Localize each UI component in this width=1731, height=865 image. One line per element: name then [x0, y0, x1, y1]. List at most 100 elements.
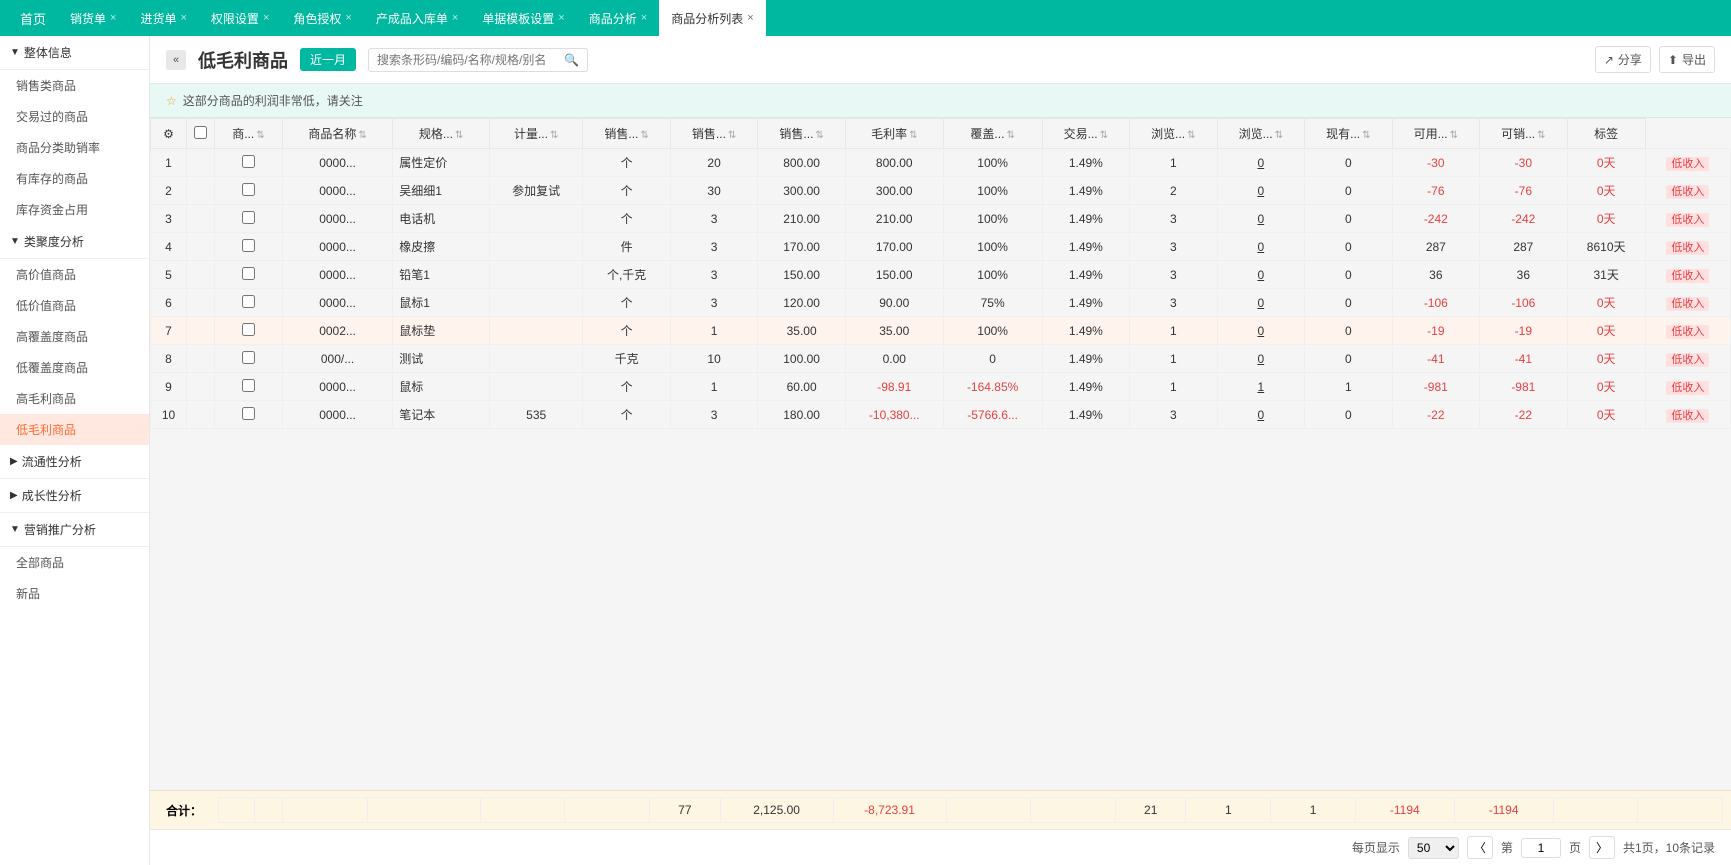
row-views1[interactable]: 0	[1217, 345, 1305, 373]
col-views1[interactable]: 浏览...⇅	[1130, 119, 1218, 149]
row-checkbox[interactable]	[215, 289, 283, 317]
nav-sales[interactable]: 销货单 ×	[58, 0, 128, 36]
prev-page-button[interactable]: 〈	[1467, 836, 1493, 859]
col-settings[interactable]: ⚙	[151, 119, 187, 149]
col-available[interactable]: 可用...⇅	[1392, 119, 1480, 149]
col-name[interactable]: 商品名称⇅	[282, 119, 392, 149]
sidebar-item-sales-goods[interactable]: 销售类商品	[0, 70, 149, 101]
row-select-checkbox[interactable]	[242, 267, 255, 280]
col-spec[interactable]: 规格...⇅	[393, 119, 490, 149]
close-sales-icon[interactable]: ×	[110, 12, 116, 24]
nav-purchase[interactable]: 进货单 ×	[128, 0, 198, 36]
sidebar-item-high-margin[interactable]: 高毛利商品	[0, 383, 149, 414]
sidebar-item-high-coverage[interactable]: 高覆盖度商品	[0, 321, 149, 352]
col-checkbox[interactable]	[187, 119, 215, 149]
close-permission-icon[interactable]: ×	[263, 12, 269, 24]
row-views1[interactable]: 1	[1217, 373, 1305, 401]
row-margin: 75%	[943, 289, 1042, 317]
row-checkbox[interactable]	[215, 317, 283, 345]
nav-analysis[interactable]: 商品分析 ×	[577, 0, 659, 36]
filter-button[interactable]: 近一月	[300, 48, 356, 71]
close-product-entry-icon[interactable]: ×	[452, 12, 458, 24]
row-checkbox[interactable]	[215, 401, 283, 429]
row-select-checkbox[interactable]	[242, 323, 255, 336]
row-select-checkbox[interactable]	[242, 239, 255, 252]
col-amount[interactable]: 销售...⇅	[670, 119, 758, 149]
search-input[interactable]	[377, 53, 560, 67]
row-select-checkbox[interactable]	[242, 211, 255, 224]
nav-role[interactable]: 角色授权 ×	[281, 0, 363, 36]
row-select-checkbox[interactable]	[242, 295, 255, 308]
row-views1[interactable]: 0	[1217, 149, 1305, 177]
row-available: -22	[1480, 401, 1568, 429]
col-tag[interactable]: 标签	[1567, 119, 1645, 149]
sidebar-item-new-goods[interactable]: 新品	[0, 578, 149, 609]
close-template-icon[interactable]: ×	[558, 12, 564, 24]
row-views1[interactable]: 0	[1217, 205, 1305, 233]
close-analysis-list-icon[interactable]: ×	[747, 12, 753, 24]
sidebar-item-high-value[interactable]: 高价值商品	[0, 259, 149, 290]
row-checkbox[interactable]	[215, 149, 283, 177]
col-margin[interactable]: 毛利率⇅	[845, 119, 943, 149]
next-page-button[interactable]: 〉	[1589, 836, 1615, 859]
sidebar-item-low-margin[interactable]: 低毛利商品	[0, 414, 149, 445]
close-role-icon[interactable]: ×	[345, 12, 351, 24]
share-button[interactable]: ↗ 分享	[1595, 46, 1651, 73]
col-qty[interactable]: 销售...⇅	[583, 119, 671, 149]
sidebar-group-growth[interactable]: ▶ 成长性分析	[0, 479, 149, 513]
alert-text: 这部分商品的利润非常低，请关注	[183, 92, 363, 109]
row-select-checkbox[interactable]	[242, 379, 255, 392]
col-profit[interactable]: 销售...⇅	[758, 119, 846, 149]
search-box[interactable]: 🔍	[368, 48, 588, 72]
sidebar-group-overall[interactable]: ▼ 整体信息	[0, 36, 149, 70]
row-views1[interactable]: 0	[1217, 261, 1305, 289]
select-all-checkbox[interactable]	[194, 126, 207, 139]
col-views2[interactable]: 浏览...⇅	[1217, 119, 1305, 149]
sidebar-item-low-value[interactable]: 低价值商品	[0, 290, 149, 321]
row-checkbox[interactable]	[215, 373, 283, 401]
sidebar-item-stock-goods[interactable]: 有库存的商品	[0, 163, 149, 194]
row-views1[interactable]: 0	[1217, 401, 1305, 429]
sidebar-item-capital[interactable]: 库存资金占用	[0, 194, 149, 225]
row-checkbox[interactable]	[215, 177, 283, 205]
row-views1[interactable]: 0	[1217, 289, 1305, 317]
nav-home[interactable]: 首页	[8, 0, 58, 36]
sidebar-group-cluster[interactable]: ▼ 类聚度分析	[0, 225, 149, 259]
row-code: 0000...	[282, 289, 392, 317]
row-views1[interactable]: 0	[1217, 233, 1305, 261]
nav-analysis-list[interactable]: 商品分析列表 ×	[659, 0, 765, 36]
row-checkbox[interactable]	[215, 345, 283, 373]
sidebar-group-flow[interactable]: ▶ 流通性分析	[0, 445, 149, 479]
close-purchase-icon[interactable]: ×	[180, 12, 186, 24]
close-analysis-icon[interactable]: ×	[641, 12, 647, 24]
row-code: 0000...	[282, 401, 392, 429]
sidebar-item-category-rate[interactable]: 商品分类助销率	[0, 132, 149, 163]
nav-template[interactable]: 单据模板设置 ×	[470, 0, 576, 36]
sidebar-group-marketing[interactable]: ▼ 营销推广分析	[0, 513, 149, 547]
row-select-checkbox[interactable]	[242, 351, 255, 364]
col-stock[interactable]: 现有...⇅	[1305, 119, 1393, 149]
col-code[interactable]: 商...⇅	[215, 119, 283, 149]
nav-permission[interactable]: 权限设置 ×	[199, 0, 281, 36]
col-trade[interactable]: 交易...⇅	[1042, 119, 1130, 149]
col-coverage[interactable]: 覆盖...⇅	[943, 119, 1042, 149]
sidebar-item-low-coverage[interactable]: 低覆盖度商品	[0, 352, 149, 383]
page-number-input[interactable]	[1521, 838, 1561, 858]
sidebar-item-traded-goods[interactable]: 交易过的商品	[0, 101, 149, 132]
per-page-select[interactable]: 50 100 200	[1408, 837, 1459, 859]
row-checkbox[interactable]	[215, 261, 283, 289]
export-button[interactable]: ⬆ 导出	[1659, 46, 1715, 73]
collapse-sidebar-button[interactable]: «	[166, 50, 186, 70]
row-checkbox[interactable]	[215, 233, 283, 261]
row-coverage: 1.49%	[1042, 345, 1130, 373]
row-select-checkbox[interactable]	[242, 407, 255, 420]
col-unit[interactable]: 计量...⇅	[489, 119, 582, 149]
row-views1[interactable]: 0	[1217, 317, 1305, 345]
row-checkbox[interactable]	[215, 205, 283, 233]
nav-product-entry[interactable]: 产成品入库单 ×	[364, 0, 470, 36]
row-select-checkbox[interactable]	[242, 183, 255, 196]
row-select-checkbox[interactable]	[242, 155, 255, 168]
row-views1[interactable]: 0	[1217, 177, 1305, 205]
sidebar-item-all-goods[interactable]: 全部商品	[0, 547, 149, 578]
col-saleable[interactable]: 可销...⇅	[1480, 119, 1568, 149]
